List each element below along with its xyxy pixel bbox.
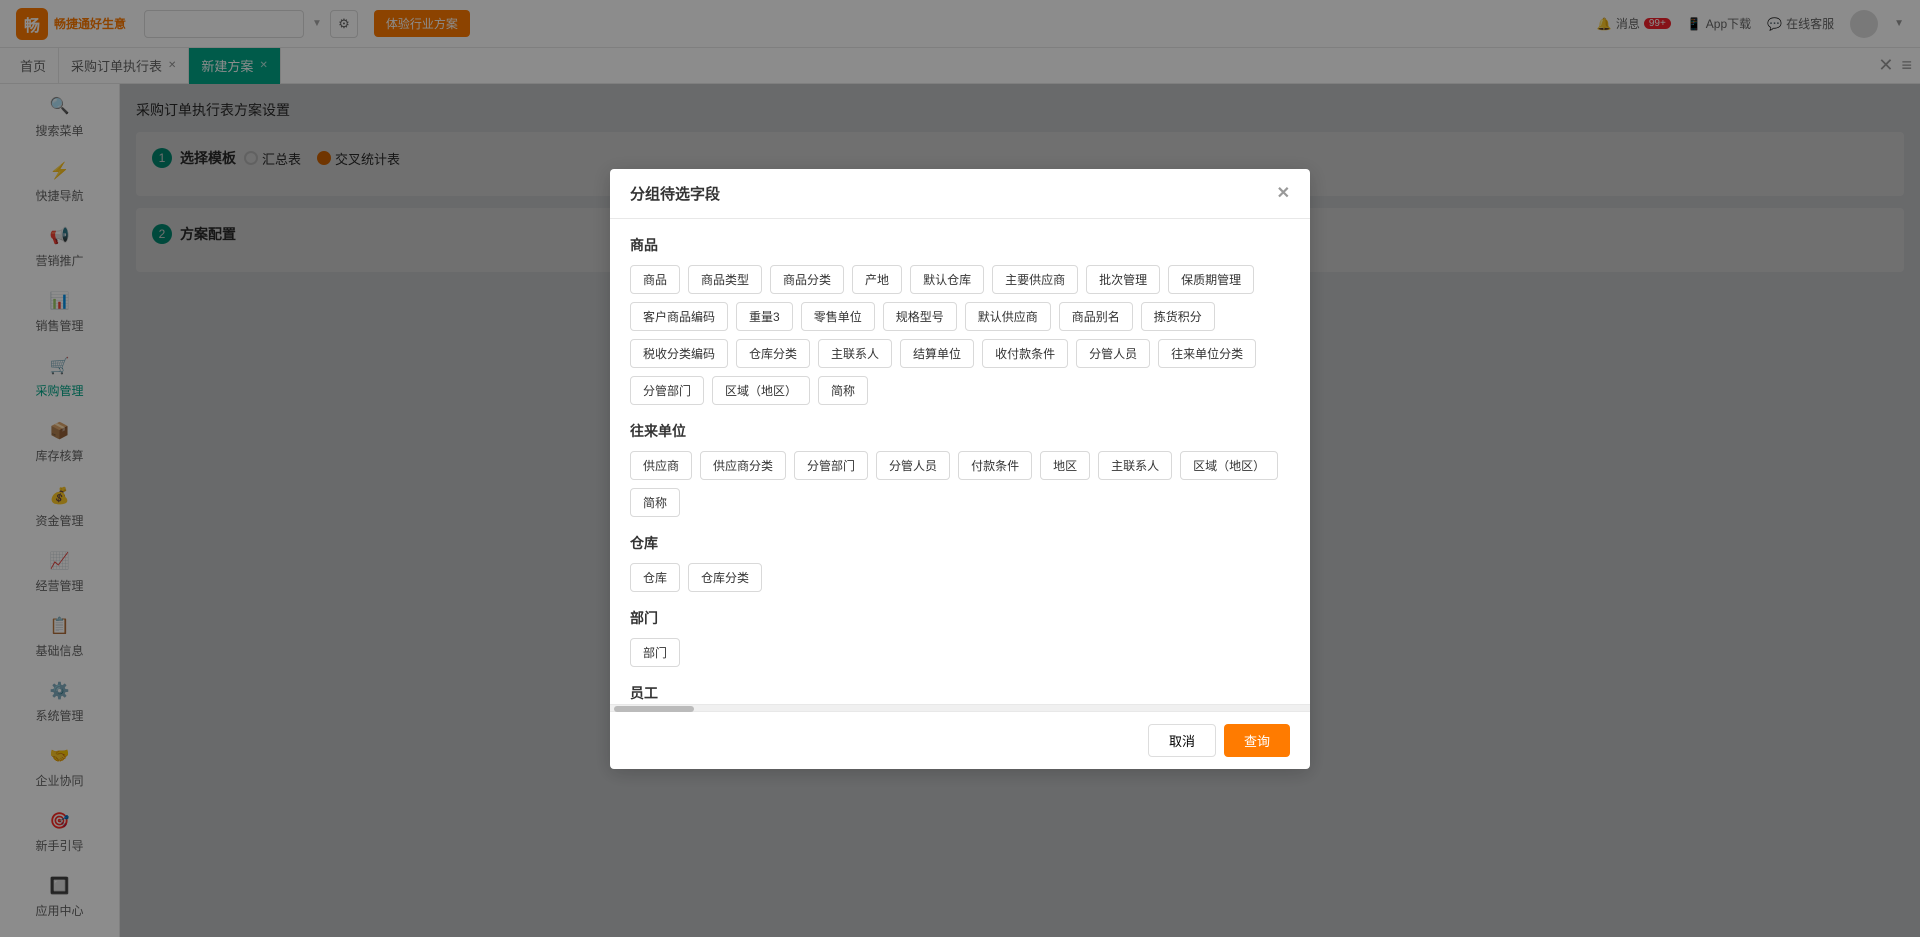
field-tag[interactable]: 默认仓库 (910, 265, 984, 294)
field-tag[interactable]: 供应商 (630, 451, 692, 480)
field-tag[interactable]: 仓库分类 (688, 563, 762, 592)
field-tag[interactable]: 客户商品编码 (630, 302, 728, 331)
section-dept: 部门 部门 (630, 608, 1290, 667)
field-tag[interactable]: 供应商分类 (700, 451, 786, 480)
field-tag[interactable]: 商品别名 (1059, 302, 1133, 331)
cancel-button[interactable]: 取消 (1148, 724, 1216, 757)
field-tag[interactable]: 产地 (852, 265, 902, 294)
field-tag[interactable]: 零售单位 (801, 302, 875, 331)
field-tag[interactable]: 拣货积分 (1141, 302, 1215, 331)
section-warehouse: 仓库 仓库 仓库分类 (630, 533, 1290, 592)
section-partner: 往来单位 供应商 供应商分类 分管部门 分管人员 付款条件 地区 主联系人 区域… (630, 421, 1290, 517)
field-tag[interactable]: 商品类型 (688, 265, 762, 294)
section-employee-title: 员工 (630, 683, 1290, 703)
field-tag[interactable]: 仓库 (630, 563, 680, 592)
section-dept-title: 部门 (630, 608, 1290, 628)
section-warehouse-title: 仓库 (630, 533, 1290, 553)
section-product: 商品 商品 商品类型 商品分类 产地 默认仓库 主要供应商 批次管理 保质期管理… (630, 235, 1290, 405)
field-select-modal: 分组待选字段 ✕ 商品 商品 商品类型 商品分类 产地 默认仓库 主要供应商 批… (610, 169, 1310, 769)
field-tag[interactable]: 分管部门 (794, 451, 868, 480)
field-tag[interactable]: 分管人员 (1076, 339, 1150, 368)
modal-horizontal-scrollbar[interactable] (610, 704, 1310, 710)
modal-overlay: 分组待选字段 ✕ 商品 商品 商品类型 商品分类 产地 默认仓库 主要供应商 批… (0, 0, 1920, 937)
warehouse-fields: 仓库 仓库分类 (630, 563, 1290, 592)
field-tag[interactable]: 批次管理 (1086, 265, 1160, 294)
field-tag[interactable]: 保质期管理 (1168, 265, 1254, 294)
product-fields: 商品 商品类型 商品分类 产地 默认仓库 主要供应商 批次管理 保质期管理 客户… (630, 265, 1290, 405)
field-tag[interactable]: 分管部门 (630, 376, 704, 405)
field-tag[interactable]: 部门 (630, 638, 680, 667)
modal-footer: 取消 查询 (610, 711, 1310, 769)
section-partner-title: 往来单位 (630, 421, 1290, 441)
field-tag[interactable]: 付款条件 (958, 451, 1032, 480)
field-tag[interactable]: 商品 (630, 265, 680, 294)
field-tag[interactable]: 收付款条件 (982, 339, 1068, 368)
field-tag[interactable]: 规格型号 (883, 302, 957, 331)
modal-body: 商品 商品 商品类型 商品分类 产地 默认仓库 主要供应商 批次管理 保质期管理… (610, 219, 1310, 705)
field-tag[interactable]: 商品分类 (770, 265, 844, 294)
field-tag[interactable]: 主联系人 (1098, 451, 1172, 480)
dept-fields: 部门 (630, 638, 1290, 667)
field-tag[interactable]: 结算单位 (900, 339, 974, 368)
field-tag[interactable]: 分管人员 (876, 451, 950, 480)
field-tag[interactable]: 税收分类编码 (630, 339, 728, 368)
field-tag[interactable]: 主要供应商 (992, 265, 1078, 294)
field-tag[interactable]: 区域（地区） (1180, 451, 1278, 480)
field-tag[interactable]: 简称 (630, 488, 680, 517)
modal-header: 分组待选字段 ✕ (610, 169, 1310, 219)
modal-close-icon[interactable]: ✕ (1277, 183, 1290, 203)
field-tag[interactable]: 地区 (1040, 451, 1090, 480)
partner-fields: 供应商 供应商分类 分管部门 分管人员 付款条件 地区 主联系人 区域（地区） … (630, 451, 1290, 517)
scrollbar-thumb[interactable] (614, 706, 694, 712)
section-employee: 员工 业务员 (630, 683, 1290, 705)
field-tag[interactable]: 重量3 (736, 302, 793, 331)
field-tag[interactable]: 区域（地区） (712, 376, 810, 405)
field-tag[interactable]: 主联系人 (818, 339, 892, 368)
field-tag[interactable]: 仓库分类 (736, 339, 810, 368)
confirm-button[interactable]: 查询 (1224, 724, 1290, 757)
modal-title: 分组待选字段 (630, 183, 720, 204)
field-tag[interactable]: 简称 (818, 376, 868, 405)
field-tag[interactable]: 往来单位分类 (1158, 339, 1256, 368)
section-product-title: 商品 (630, 235, 1290, 255)
field-tag[interactable]: 默认供应商 (965, 302, 1051, 331)
